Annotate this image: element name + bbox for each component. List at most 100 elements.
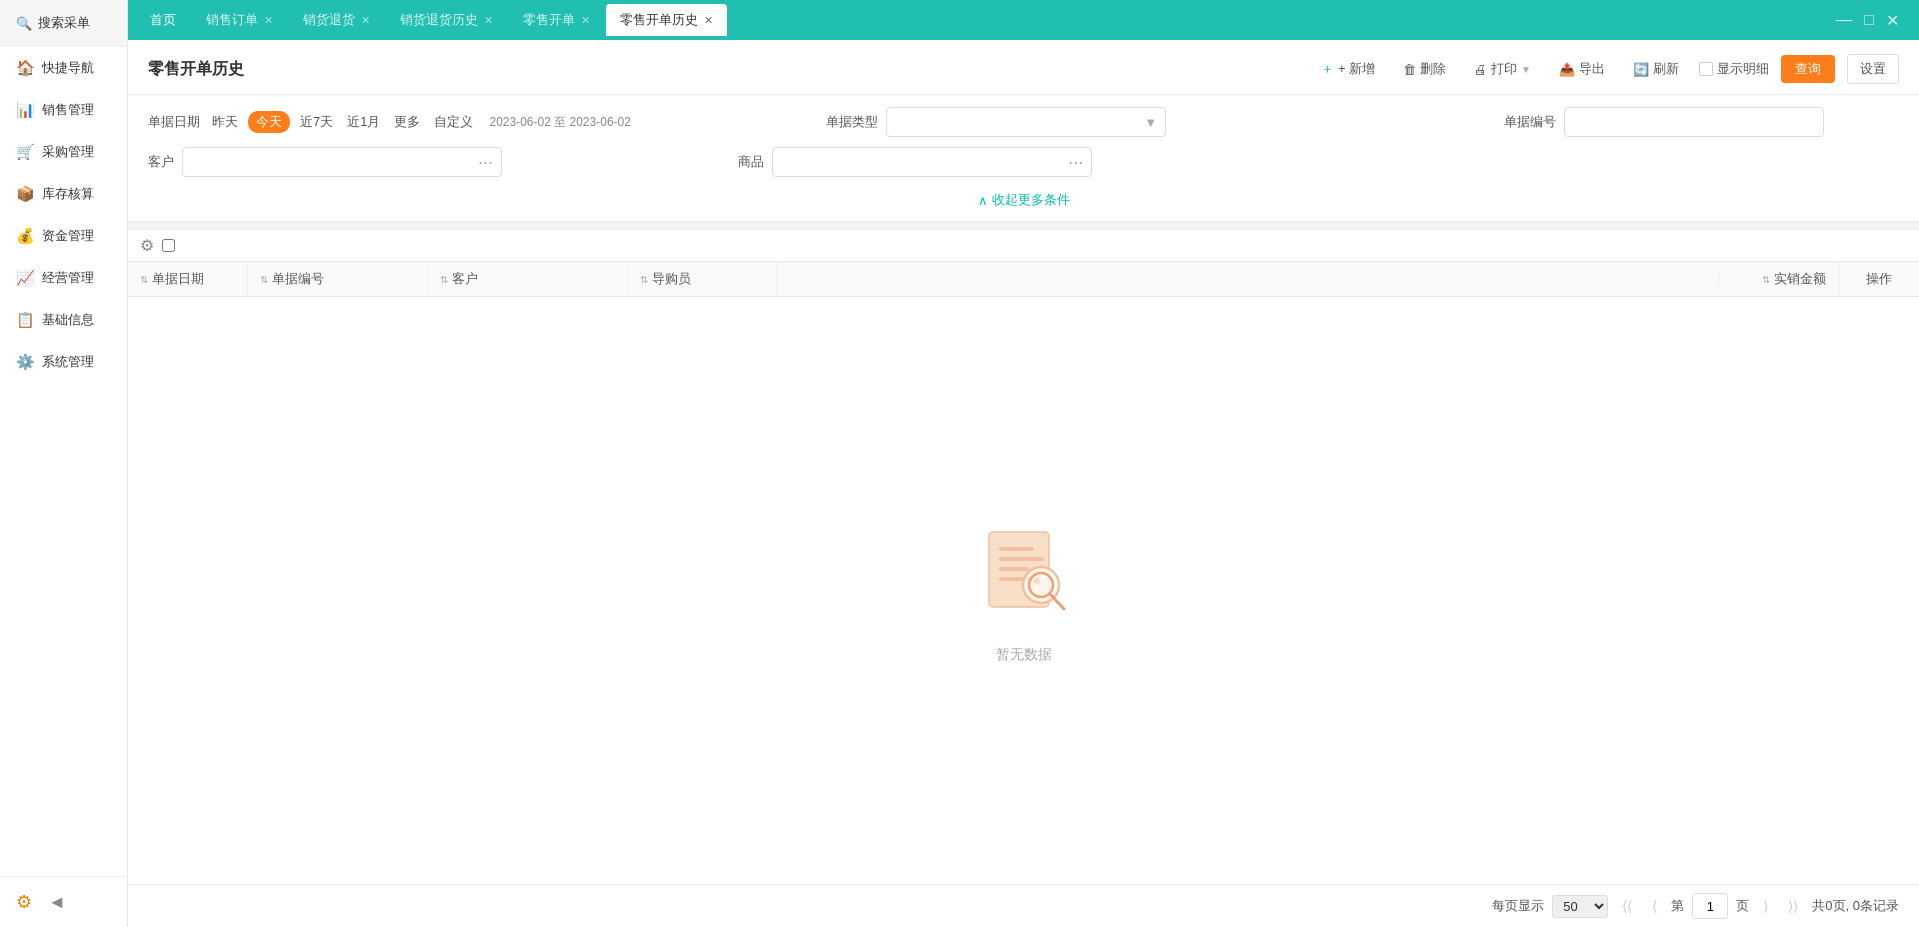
minimize-button[interactable]: — — [1836, 11, 1852, 29]
table-header: ⇅ 单据日期 ⇅ 单据编号 ⇅ 客户 ⇅ 导购员 ⇅ 实销 — [128, 262, 1919, 297]
col-sort-customer-icon[interactable]: ⇅ — [440, 274, 448, 285]
next-page-button[interactable]: ⟩ — [1757, 896, 1774, 916]
doc-num-input[interactable] — [1564, 107, 1824, 137]
tab-close-retail-open[interactable]: ✕ — [581, 14, 590, 27]
sidebar-label-system-mgmt: 系统管理 — [42, 353, 94, 371]
collapse-sidebar-icon[interactable]: ◄ — [48, 892, 66, 913]
collapse-filter-bar[interactable]: ∧ 收起更多条件 — [148, 187, 1899, 209]
tab-close-sales-order[interactable]: ✕ — [264, 14, 273, 27]
filter-area: 单据日期 昨天 今天 近7天 近1月 更多 自定义 2023-06-02 至 2… — [128, 95, 1919, 222]
refresh-button[interactable]: 🔄 刷新 — [1625, 56, 1687, 82]
add-button[interactable]: ＋ + 新增 — [1313, 56, 1383, 82]
col-header-extra — [778, 271, 1719, 287]
date-filter-label: 单据日期 — [148, 113, 200, 131]
date-opt-custom[interactable]: 自定义 — [430, 111, 477, 133]
col-customer-label: 客户 — [452, 270, 478, 288]
sidebar: 🔍 搜索采单 🏠 快捷导航 📊 销售管理 🛒 采购管理 📦 库存核算 💰 资金管… — [0, 0, 128, 927]
doc-type-filter-group: 单据类型 ▼ — [826, 107, 1484, 137]
maximize-button[interactable]: □ — [1864, 11, 1874, 29]
svg-line-7 — [1051, 595, 1064, 609]
print-button[interactable]: 🖨 打印 ▼ — [1466, 56, 1539, 82]
sidebar-label-quick-nav: 快捷导航 — [42, 59, 94, 77]
export-icon: 📤 — [1559, 62, 1575, 77]
date-opt-more[interactable]: 更多 — [390, 111, 424, 133]
prev-page-button[interactable]: ⟨ — [1646, 896, 1663, 916]
date-opt-1month[interactable]: 近1月 — [343, 111, 384, 133]
query-button[interactable]: 查询 — [1781, 55, 1835, 83]
sidebar-item-inventory[interactable]: 📦 库存核算 — [0, 173, 127, 215]
tab-retail-open[interactable]: 零售开单 ✕ — [509, 4, 604, 36]
delete-button[interactable]: 🗑 删除 — [1395, 56, 1454, 82]
tab-label-home: 首页 — [150, 11, 176, 29]
col-header-guide: ⇅ 导购员 — [628, 262, 778, 296]
col-sort-guide-icon[interactable]: ⇅ — [640, 274, 648, 285]
settings-label: 设置 — [1860, 60, 1886, 78]
col-header-num: ⇅ 单据编号 — [248, 262, 428, 296]
query-label: 查询 — [1795, 60, 1821, 78]
date-opt-yesterday[interactable]: 昨天 — [208, 111, 242, 133]
col-action-label: 操作 — [1866, 270, 1892, 288]
tab-retail-open-history[interactable]: 零售开单历史✕ — [606, 4, 727, 36]
sidebar-label-purchase-mgmt: 采购管理 — [42, 143, 94, 161]
show-detail-checkbox[interactable] — [1699, 62, 1713, 76]
col-sort-num-icon[interactable]: ⇅ — [260, 274, 268, 285]
page-title: 零售开单历史 — [148, 59, 244, 80]
col-sort-date-icon[interactable]: ⇅ — [140, 274, 148, 285]
page-number-input[interactable] — [1692, 893, 1728, 919]
window-controls: — □ ✕ — [1824, 0, 1911, 40]
goods-select[interactable]: ··· — [772, 147, 1092, 177]
table-toolbar: ⚙ — [128, 230, 1919, 262]
sidebar-item-purchase-mgmt[interactable]: 🛒 采购管理 — [0, 131, 127, 173]
sidebar-search[interactable]: 🔍 搜索采单 — [0, 0, 127, 47]
select-all-checkbox[interactable] — [162, 239, 175, 252]
customer-label: 客户 — [148, 153, 174, 171]
tab-label-sales-return: 销货退货 — [303, 11, 355, 29]
tab-sales-return[interactable]: 销货退货 ✕ — [289, 4, 384, 36]
doc-type-select[interactable]: ▼ — [886, 107, 1166, 137]
first-page-button[interactable]: ⟨⟨ — [1616, 896, 1638, 916]
last-page-button[interactable]: ⟩⟩ — [1782, 896, 1804, 916]
customer-dots: ··· — [478, 152, 493, 173]
sidebar-item-sales-mgmt[interactable]: 📊 销售管理 — [0, 89, 127, 131]
tab-label-sales-order: 销售订单 — [206, 11, 258, 29]
header-actions: ＋ + 新增 🗑 删除 🖨 打印 ▼ 📤 导出 🔄 — [1313, 54, 1899, 84]
tab-home[interactable]: 首页 — [136, 4, 190, 36]
collapse-label: 收起更多条件 — [992, 191, 1070, 209]
per-page-label: 每页显示 — [1492, 897, 1544, 915]
col-header-amount: ⇅ 实销金额 — [1719, 262, 1839, 296]
per-page-select[interactable]: 50 10 20 100 — [1552, 895, 1608, 918]
sidebar-label-operations: 经营管理 — [42, 269, 94, 287]
tab-sales-return-history[interactable]: 销货退货历史✕ — [386, 4, 507, 36]
date-filter-group: 单据日期 昨天 今天 近7天 近1月 更多 自定义 2023-06-02 至 2… — [148, 111, 806, 133]
tab-close-sales-return-history[interactable]: ✕ — [484, 14, 493, 27]
tab-close-sales-return[interactable]: ✕ — [361, 14, 370, 27]
sidebar-item-basic-info[interactable]: 📋 基础信息 — [0, 299, 127, 341]
date-opt-today[interactable]: 今天 — [248, 111, 290, 133]
search-icon: 🔍 — [16, 16, 32, 31]
sidebar-item-finance[interactable]: 💰 资金管理 — [0, 215, 127, 257]
tab-bar: 首页销售订单✕销货退货✕销货退货历史✕零售开单✕零售开单历史✕ — □ ✕ — [128, 0, 1919, 40]
sidebar-item-system-mgmt[interactable]: ⚙️ 系统管理 — [0, 341, 127, 383]
empty-text: 暂无数据 — [996, 646, 1052, 664]
settings-bottom-icon[interactable]: ⚙ — [16, 891, 32, 913]
svg-rect-2 — [999, 557, 1044, 561]
show-detail-toggle[interactable]: 显示明细 — [1699, 60, 1769, 78]
col-sort-amount-icon[interactable]: ⇅ — [1762, 274, 1770, 285]
export-button[interactable]: 📤 导出 — [1551, 56, 1613, 82]
tab-sales-order[interactable]: 销售订单 ✕ — [192, 4, 287, 36]
sidebar-item-operations[interactable]: 📈 经营管理 — [0, 257, 127, 299]
date-range-display: 2023-06-02 至 2023-06-02 — [489, 114, 630, 131]
tab-label-retail-open: 零售开单 — [523, 11, 575, 29]
table-settings-icon[interactable]: ⚙ — [140, 236, 154, 255]
date-opt-7days[interactable]: 近7天 — [296, 111, 337, 133]
close-window-button[interactable]: ✕ — [1886, 11, 1899, 30]
tab-close-retail-open-history[interactable]: ✕ — [704, 14, 713, 27]
svg-rect-1 — [999, 547, 1034, 551]
goods-filter-group: 商品 ··· — [738, 147, 1308, 177]
sidebar-label-inventory: 库存核算 — [42, 185, 94, 203]
col-amount-label: 实销金额 — [1774, 270, 1826, 288]
customer-select[interactable]: ··· — [182, 147, 502, 177]
settings-button[interactable]: 设置 — [1847, 54, 1899, 84]
filter-row-2: 客户 ··· 商品 ··· — [148, 147, 1899, 177]
sidebar-item-quick-nav[interactable]: 🏠 快捷导航 — [0, 47, 127, 89]
